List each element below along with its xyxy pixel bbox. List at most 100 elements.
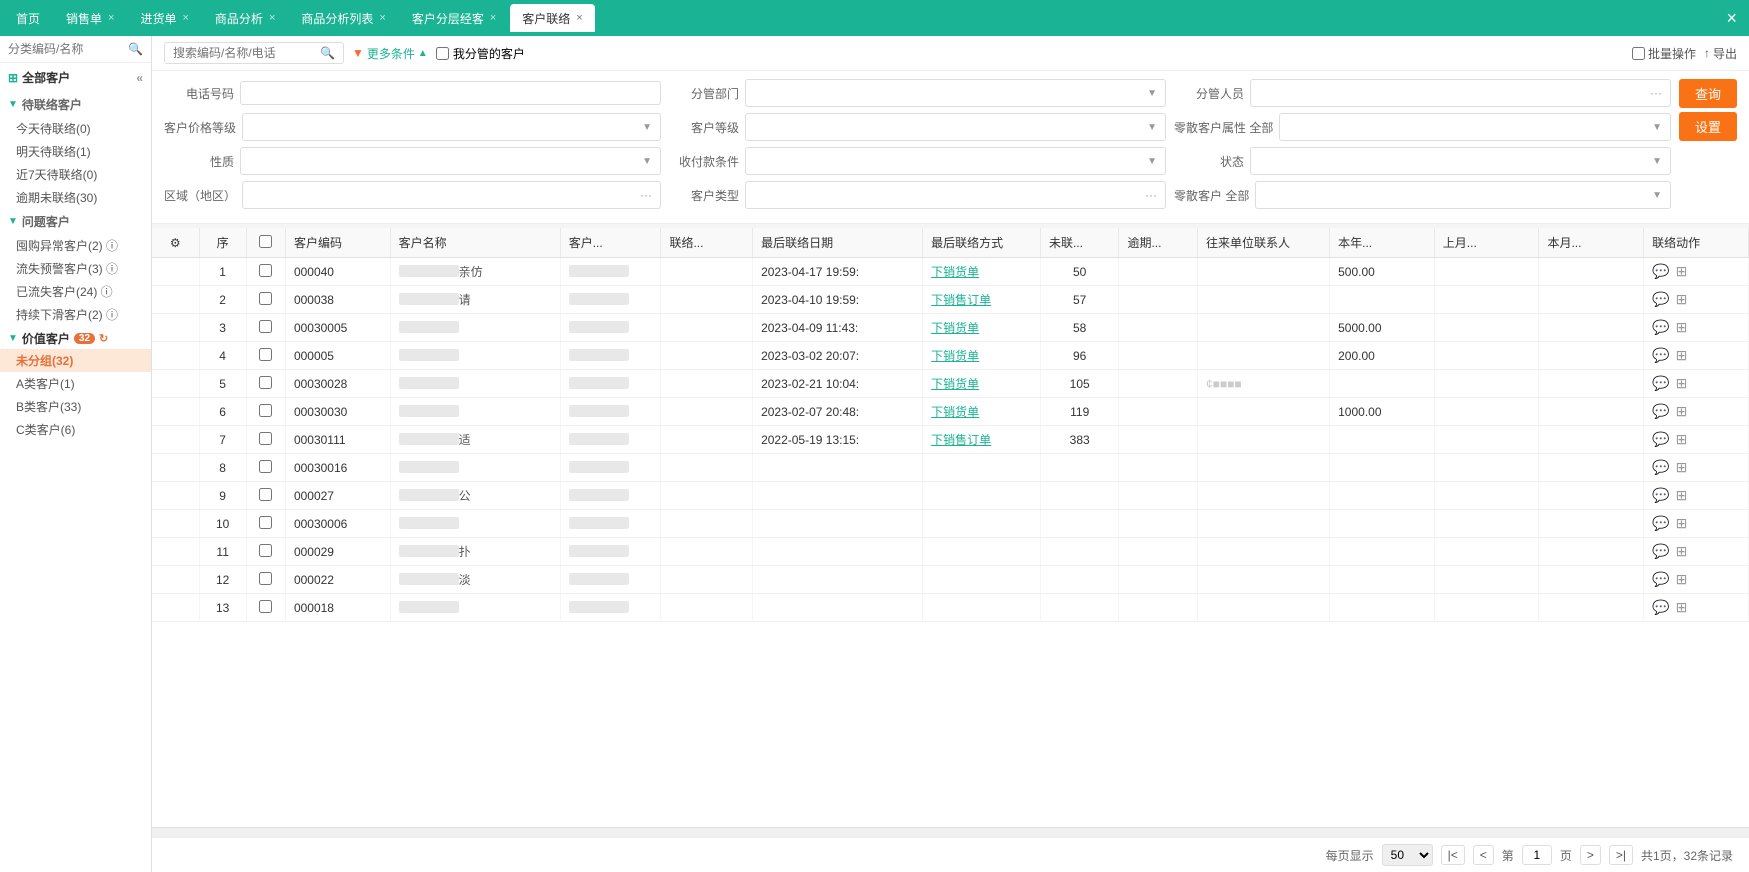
grid-action-icon[interactable]: ⊞ [1676, 487, 1688, 504]
td-checkbox[interactable] [246, 258, 285, 286]
filter-dept-select[interactable]: ▼ [745, 79, 1166, 107]
chat-icon[interactable]: 💬 [1652, 487, 1669, 504]
all-customers-header[interactable]: ⊞ 全部客户 « [0, 63, 151, 92]
sidebar-item-class-b[interactable]: B类客户(33) [0, 395, 151, 418]
reset-button[interactable]: 设置 [1679, 112, 1737, 141]
last-way-link[interactable]: 下销售订单 [931, 433, 991, 447]
grid-action-icon[interactable]: ⊞ [1676, 347, 1688, 364]
td-checkbox[interactable] [246, 566, 285, 594]
row-checkbox[interactable] [259, 460, 272, 473]
tab-purchase[interactable]: 进货单 × [128, 4, 200, 32]
more-conditions-btn[interactable]: ▼ 更多条件 ▲ [352, 45, 428, 62]
filter-region-select[interactable]: ··· [242, 181, 661, 209]
last-way-link[interactable]: 下销货单 [931, 349, 979, 363]
row-checkbox[interactable] [259, 404, 272, 417]
select-all-checkbox[interactable] [259, 235, 272, 248]
sidebar-item-7days[interactable]: 近7天待联络(0) [0, 163, 151, 186]
horizontal-scrollbar[interactable] [152, 827, 1749, 837]
filter-payment-select[interactable]: ▼ [745, 147, 1166, 175]
chat-icon[interactable]: 💬 [1652, 431, 1669, 448]
th-settings[interactable]: ⚙ [152, 228, 199, 258]
row-checkbox[interactable] [259, 320, 272, 333]
filter-retail-attr-select[interactable]: ▼ [1279, 113, 1671, 141]
cust-type-dots-icon[interactable]: ··· [1145, 188, 1157, 202]
grid-action-icon[interactable]: ⊞ [1676, 515, 1688, 532]
td-checkbox[interactable] [246, 482, 285, 510]
sidebar-item-sleeping[interactable]: 持续下滑客户(2) ⓘ [0, 303, 151, 326]
page-input[interactable] [1522, 845, 1552, 865]
grid-action-icon[interactable]: ⊞ [1676, 543, 1688, 560]
filter-cust-type-select[interactable]: ··· [745, 181, 1166, 209]
row-checkbox[interactable] [259, 516, 272, 529]
chat-icon[interactable]: 💬 [1652, 459, 1669, 476]
td-checkbox[interactable] [246, 538, 285, 566]
last-way-link[interactable]: 下销货单 [931, 265, 979, 279]
grid-action-icon[interactable]: ⊞ [1676, 319, 1688, 336]
tab-customer-contact-close[interactable]: × [576, 12, 582, 24]
filter-nature-select[interactable]: ▼ [240, 147, 661, 175]
sidebar-item-class-a[interactable]: A类客户(1) [0, 372, 151, 395]
sidebar-search-box[interactable]: 🔍 [0, 36, 151, 63]
row-checkbox[interactable] [259, 488, 272, 501]
grid-action-icon[interactable]: ⊞ [1676, 459, 1688, 476]
grid-action-icon[interactable]: ⊞ [1676, 375, 1688, 392]
first-page-btn[interactable]: |< [1441, 845, 1465, 865]
last-way-link[interactable]: 下销货单 [931, 405, 979, 419]
my-customers-check[interactable] [436, 47, 449, 60]
problem-group-header[interactable]: ▼ 问题客户 [0, 209, 151, 234]
filter-phone-input[interactable] [240, 81, 661, 105]
grid-action-icon[interactable]: ⊞ [1676, 571, 1688, 588]
grid-action-icon[interactable]: ⊞ [1676, 403, 1688, 420]
row-checkbox[interactable] [259, 432, 272, 445]
chat-icon[interactable]: 💬 [1652, 319, 1669, 336]
chat-icon[interactable]: 💬 [1652, 347, 1669, 364]
main-search-box[interactable]: 🔍 [164, 42, 344, 64]
sidebar-item-tomorrow[interactable]: 明天待联络(1) [0, 140, 151, 163]
sidebar-item-overdue[interactable]: 逾期未联络(30) [0, 186, 151, 209]
manager-dots-icon[interactable]: ··· [1650, 86, 1662, 100]
tab-customer-segment[interactable]: 客户分层经客 × [400, 4, 508, 32]
last-way-link[interactable]: 下销货单 [931, 377, 979, 391]
chat-icon[interactable]: 💬 [1652, 291, 1669, 308]
row-checkbox[interactable] [259, 600, 272, 613]
filter-retail-cust-select[interactable]: ▼ [1255, 181, 1671, 209]
chat-icon[interactable]: 💬 [1652, 263, 1669, 280]
td-checkbox[interactable] [246, 370, 285, 398]
chat-icon[interactable]: 💬 [1652, 515, 1669, 532]
td-checkbox[interactable] [246, 426, 285, 454]
chat-icon[interactable]: 💬 [1652, 599, 1669, 616]
tab-home[interactable]: 首页 [4, 4, 52, 32]
chat-icon[interactable]: 💬 [1652, 543, 1669, 560]
sidebar-item-class-c[interactable]: C类客户(6) [0, 418, 151, 441]
batch-ops-btn[interactable]: 批量操作 [1632, 45, 1696, 62]
tab-product-analysis-list-close[interactable]: × [379, 12, 385, 24]
search-button[interactable]: 查询 [1679, 79, 1737, 108]
row-checkbox[interactable] [259, 348, 272, 361]
prev-page-btn[interactable]: < [1473, 845, 1494, 865]
filter-status-select[interactable]: ▼ [1250, 147, 1671, 175]
tab-purchase-close[interactable]: × [182, 12, 188, 24]
last-page-btn[interactable]: >| [1609, 845, 1633, 865]
sidebar-item-lost[interactable]: 已流失客户(24) ⓘ [0, 280, 151, 303]
tab-customer-segment-close[interactable]: × [490, 12, 496, 24]
sidebar-item-today[interactable]: 今天待联络(0) [0, 117, 151, 140]
window-close-icon[interactable]: × [1718, 8, 1745, 29]
chat-icon[interactable]: 💬 [1652, 571, 1669, 588]
td-checkbox[interactable] [246, 454, 285, 482]
row-checkbox[interactable] [259, 292, 272, 305]
grid-action-icon[interactable]: ⊞ [1676, 263, 1688, 280]
tab-customer-contact[interactable]: 客户联络 × [510, 4, 594, 32]
value-group-header[interactable]: ▼ 价值客户 32 ↻ [0, 326, 151, 349]
tab-product-analysis-close[interactable]: × [269, 12, 275, 24]
collapse-icon[interactable]: « [136, 71, 143, 85]
next-page-btn[interactable]: > [1580, 845, 1601, 865]
last-way-link[interactable]: 下销货单 [931, 321, 979, 335]
th-checkbox[interactable] [246, 228, 285, 258]
tab-product-analysis-list[interactable]: 商品分析列表 × [289, 4, 397, 32]
td-checkbox[interactable] [246, 286, 285, 314]
export-btn[interactable]: ↑ 导出 [1704, 45, 1737, 62]
tab-sales[interactable]: 销售单 × [54, 4, 126, 32]
td-checkbox[interactable] [246, 594, 285, 622]
filter-cust-level-select[interactable]: ▼ [745, 113, 1166, 141]
sidebar-item-churn-risk[interactable]: 流失预警客户(3) ⓘ [0, 257, 151, 280]
